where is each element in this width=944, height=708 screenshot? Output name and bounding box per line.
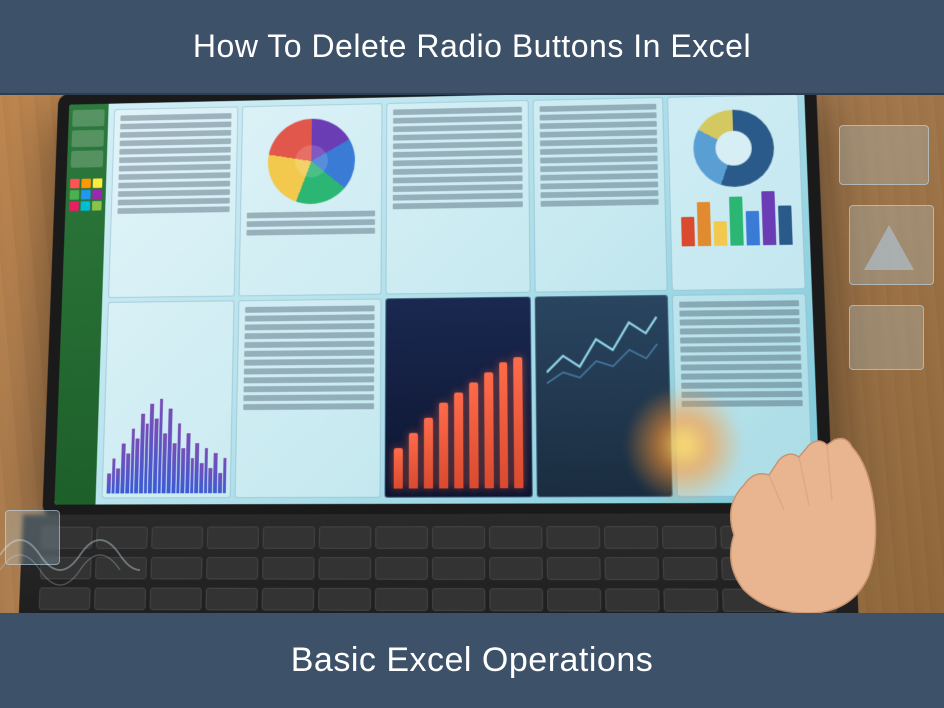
spark-bar: [208, 468, 212, 493]
keyboard-key: [489, 526, 542, 549]
keyboard-key: [432, 588, 485, 611]
footer-banner: Basic Excel Operations: [0, 613, 944, 708]
keyboard-key: [150, 557, 202, 579]
bar: [439, 403, 448, 489]
keyboard-key: [318, 557, 371, 580]
keyboard-key: [489, 588, 543, 611]
mini-bar: [746, 211, 760, 246]
donut-chart-panel: [667, 95, 806, 291]
hologram-panel: [849, 305, 924, 370]
keyboard-key: [263, 526, 315, 548]
color-swatch: [70, 190, 80, 200]
color-swatch: [92, 201, 102, 211]
mini-bar: [778, 205, 793, 244]
mini-bar-chart: [676, 190, 797, 251]
data-panel: [533, 97, 667, 293]
wave-overlay: [0, 515, 140, 595]
color-swatch: [69, 201, 79, 211]
spark-bar: [199, 463, 203, 493]
keyboard-key: [604, 526, 658, 549]
mini-bar: [697, 202, 711, 246]
keyboard-key: [547, 557, 601, 580]
bar: [469, 382, 478, 488]
sidebar-tool: [71, 150, 104, 167]
data-rows: [247, 211, 376, 236]
hand-graphic: [674, 415, 914, 615]
mini-bar: [729, 197, 744, 246]
data-rows: [244, 305, 375, 410]
color-swatch: [92, 190, 102, 200]
color-swatch: [81, 190, 91, 200]
bar: [424, 418, 433, 489]
bar-chart-panel: [385, 297, 533, 498]
hologram-triangle-icon: [864, 225, 914, 270]
color-swatch: [80, 201, 90, 211]
keyboard-key: [432, 557, 485, 580]
keyboard-key: [149, 588, 201, 611]
hero-illustration: [0, 95, 944, 625]
bar: [499, 362, 509, 488]
bar: [409, 433, 418, 489]
keyboard-key: [205, 588, 258, 611]
keyboard-key: [489, 557, 543, 580]
keyboard-key: [432, 526, 485, 549]
mini-bar: [761, 191, 776, 245]
data-rows: [393, 107, 523, 210]
line-chart-icon: [546, 306, 658, 394]
color-palette: [69, 178, 102, 211]
pie-chart-panel: [239, 103, 383, 296]
mini-bar: [681, 217, 695, 247]
hologram-panel: [839, 125, 929, 185]
bar: [514, 357, 524, 488]
header-banner: How To Delete Radio Buttons In Excel: [0, 0, 944, 95]
page-title: How To Delete Radio Buttons In Excel: [193, 28, 751, 64]
sparkline-panel: [102, 300, 235, 498]
bar: [484, 372, 494, 488]
keyboard-key: [206, 557, 258, 580]
keyboard-key: [318, 588, 371, 611]
spark-bar: [218, 473, 222, 493]
data-panel: [235, 298, 382, 498]
pie-chart-icon: [268, 118, 356, 205]
data-panel: [108, 106, 239, 298]
keyboard-key: [546, 526, 600, 549]
sidebar-tool: [72, 109, 105, 126]
sidebar-tool: [71, 130, 104, 147]
keyboard-key: [375, 526, 428, 549]
keyboard-key: [605, 557, 660, 580]
keyboard-key: [375, 588, 428, 611]
bar: [394, 448, 403, 488]
color-swatch: [81, 179, 91, 189]
color-swatch: [93, 178, 103, 188]
donut-chart-icon: [693, 109, 776, 188]
data-rows: [540, 104, 658, 207]
page-subtitle: Basic Excel Operations: [291, 641, 654, 679]
keyboard-key: [547, 588, 601, 611]
bar: [454, 393, 463, 489]
spark-bar: [222, 458, 226, 493]
spark-bar: [107, 473, 111, 493]
keyboard-key: [151, 527, 203, 549]
data-panel: [386, 100, 531, 295]
keyboard-key: [207, 526, 259, 548]
keyboard-key: [262, 557, 315, 580]
keyboard-key: [262, 588, 315, 611]
mini-bar: [713, 221, 727, 246]
keyboard-key: [375, 557, 428, 580]
color-swatch: [70, 179, 80, 189]
data-rows: [117, 113, 231, 214]
keyboard-key: [319, 526, 372, 549]
keyboard-key: [605, 588, 660, 611]
